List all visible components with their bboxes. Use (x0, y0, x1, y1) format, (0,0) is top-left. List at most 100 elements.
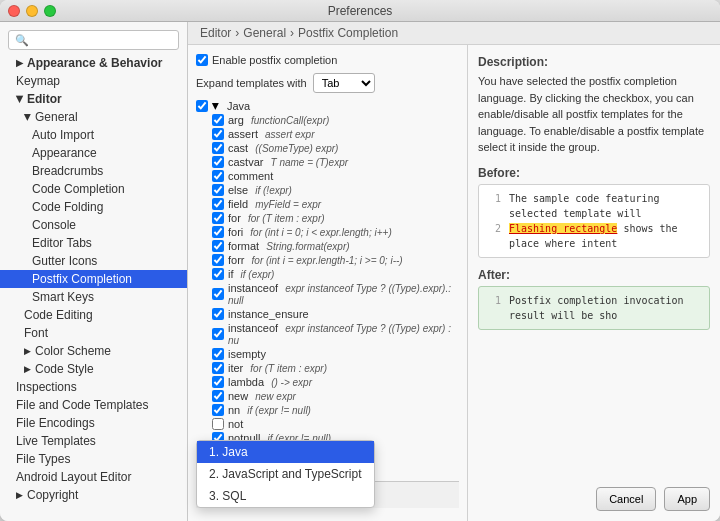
before-title: Before: (478, 166, 710, 180)
dropdown-item-label: 1. Java (209, 445, 248, 459)
expand-label: Expand templates with (196, 77, 307, 89)
sidebar: ▶ Appearance & Behavior Keymap ▶ Editor … (0, 22, 188, 521)
triangle-icon: ▶ (15, 96, 25, 103)
sidebar-item-code-completion[interactable]: Code Completion (0, 180, 187, 198)
item-field: field myField = expr (212, 197, 459, 211)
comment-checkbox[interactable] (212, 170, 224, 182)
cancel-button[interactable]: Cancel (596, 487, 656, 511)
java-section: ▶ Java arg functionCall(expr) assert ass… (196, 99, 459, 473)
forr-checkbox[interactable] (212, 254, 224, 266)
java-label: Java (227, 100, 250, 112)
lambda-checkbox[interactable] (212, 376, 224, 388)
fori-checkbox[interactable] (212, 226, 224, 238)
after-code: 1 Postfix completion invocation result w… (478, 286, 710, 330)
enable-label: Enable postfix completion (212, 54, 337, 66)
sidebar-item-keymap[interactable]: Keymap (0, 72, 187, 90)
sidebar-item-console[interactable]: Console (0, 216, 187, 234)
sidebar-item-code-editing[interactable]: Code Editing (0, 306, 187, 324)
assert-checkbox[interactable] (212, 128, 224, 140)
close-button[interactable] (8, 5, 20, 17)
sidebar-item-appearance[interactable]: Appearance (0, 144, 187, 162)
for-checkbox[interactable] (212, 212, 224, 224)
item-instance-ensure: instance_ensure (212, 307, 459, 321)
before-line-2: 2 Flashing rectangle shows the place whe… (485, 221, 703, 251)
dropdown-item-sql[interactable]: 3. SQL (197, 485, 374, 507)
description-panel: Description: You have selected the postf… (468, 45, 720, 521)
window-controls (8, 5, 56, 17)
dropdown-item-java[interactable]: 1. Java (197, 441, 374, 463)
instance-ensure-checkbox[interactable] (212, 308, 224, 320)
triangle-icon: ▶ (16, 58, 23, 68)
search-input[interactable] (8, 30, 179, 50)
item-instanceof: instanceof expr instanceof Type ? ((Type… (212, 281, 459, 307)
sidebar-item-postfix-completion[interactable]: Postfix Completion (0, 270, 187, 288)
sidebar-item-live-templates[interactable]: Live Templates (0, 432, 187, 450)
iter-checkbox[interactable] (212, 362, 224, 374)
field-checkbox[interactable] (212, 198, 224, 210)
sidebar-item-gutter-icons[interactable]: Gutter Icons (0, 252, 187, 270)
before-line-1: 1 The sample code featuring selected tem… (485, 191, 703, 221)
sidebar-item-android-layout-editor[interactable]: Android Layout Editor (0, 468, 187, 486)
sidebar-item-font[interactable]: Font (0, 324, 187, 342)
sidebar-item-general[interactable]: ▶ General (0, 108, 187, 126)
java-checkbox[interactable] (196, 100, 208, 112)
item-lambda: lambda () -> expr (212, 375, 459, 389)
sidebar-item-breadcrumbs[interactable]: Breadcrumbs (0, 162, 187, 180)
enable-row: Enable postfix completion (196, 53, 459, 67)
new-checkbox[interactable] (212, 390, 224, 402)
else-checkbox[interactable] (212, 184, 224, 196)
item-not: not (212, 417, 459, 431)
sidebar-item-code-folding[interactable]: Code Folding (0, 198, 187, 216)
sidebar-item-editor-tabs[interactable]: Editor Tabs (0, 234, 187, 252)
triangle-icon: ▶ (23, 114, 33, 121)
sidebar-item-inspections[interactable]: Inspections (0, 378, 187, 396)
sidebar-item-file-encodings[interactable]: File Encodings (0, 414, 187, 432)
sidebar-item-editor[interactable]: ▶ Editor (0, 90, 187, 108)
desc-text: You have selected the postfix completion… (478, 73, 710, 156)
dropdown-item-javascript[interactable]: 2. JavaScript and TypeScript (197, 463, 374, 485)
sidebar-item-color-scheme[interactable]: ▶ Color Scheme (0, 342, 187, 360)
expand-select[interactable]: Tab Enter Space (313, 73, 375, 93)
minimize-button[interactable] (26, 5, 38, 17)
desc-title: Description: (478, 55, 710, 69)
item-cast: cast ((SomeType) expr) (212, 141, 459, 155)
if-checkbox[interactable] (212, 268, 224, 280)
nn-checkbox[interactable] (212, 404, 224, 416)
after-line-1: 1 Postfix completion invocation result w… (485, 293, 703, 323)
apply-button[interactable]: App (664, 487, 710, 511)
cast-checkbox[interactable] (212, 142, 224, 154)
sidebar-item-copyright[interactable]: ▶ Copyright (0, 486, 187, 504)
isempty-checkbox[interactable] (212, 348, 224, 360)
enable-checkbox[interactable] (196, 54, 208, 66)
breadcrumb: Editor › General › Postfix Completion (188, 22, 720, 45)
sidebar-item-auto-import[interactable]: Auto Import (0, 126, 187, 144)
instanceof2-checkbox[interactable] (212, 328, 224, 340)
castvar-checkbox[interactable] (212, 156, 224, 168)
item-format: format String.format(expr) (212, 239, 459, 253)
search-box (0, 26, 187, 54)
triangle-icon: ▶ (24, 364, 31, 374)
item-arg: arg functionCall(expr) (212, 113, 459, 127)
format-checkbox[interactable] (212, 240, 224, 252)
item-iter: iter for (T item : expr) (212, 361, 459, 375)
maximize-button[interactable] (44, 5, 56, 17)
sidebar-item-appearance-behavior[interactable]: ▶ Appearance & Behavior (0, 54, 187, 72)
not-checkbox[interactable] (212, 418, 224, 430)
triangle-icon: ▶ (16, 490, 23, 500)
item-forr: forr for (int i = expr.length-1; i >= 0;… (212, 253, 459, 267)
titlebar: Preferences (0, 0, 720, 22)
sidebar-item-code-style[interactable]: ▶ Code Style (0, 360, 187, 378)
sidebar-item-file-code-templates[interactable]: File and Code Templates (0, 396, 187, 414)
item-isempty: isempty (212, 347, 459, 361)
sidebar-item-file-types[interactable]: File Types (0, 450, 187, 468)
java-items: arg functionCall(expr) assert assert exp… (212, 113, 459, 473)
item-else: else if (!expr) (212, 183, 459, 197)
sidebar-item-smart-keys[interactable]: Smart Keys (0, 288, 187, 306)
arg-checkbox[interactable] (212, 114, 224, 126)
item-for: for for (T item : expr) (212, 211, 459, 225)
item-instanceof2: instanceof expr instanceof Type ? ((Type… (212, 321, 459, 347)
expand-row: Expand templates with Tab Enter Space (196, 73, 459, 93)
language-dropdown: 1. Java 2. JavaScript and TypeScript 3. … (196, 440, 375, 508)
triangle-icon: ▶ (24, 346, 31, 356)
instanceof-checkbox[interactable] (212, 288, 224, 300)
